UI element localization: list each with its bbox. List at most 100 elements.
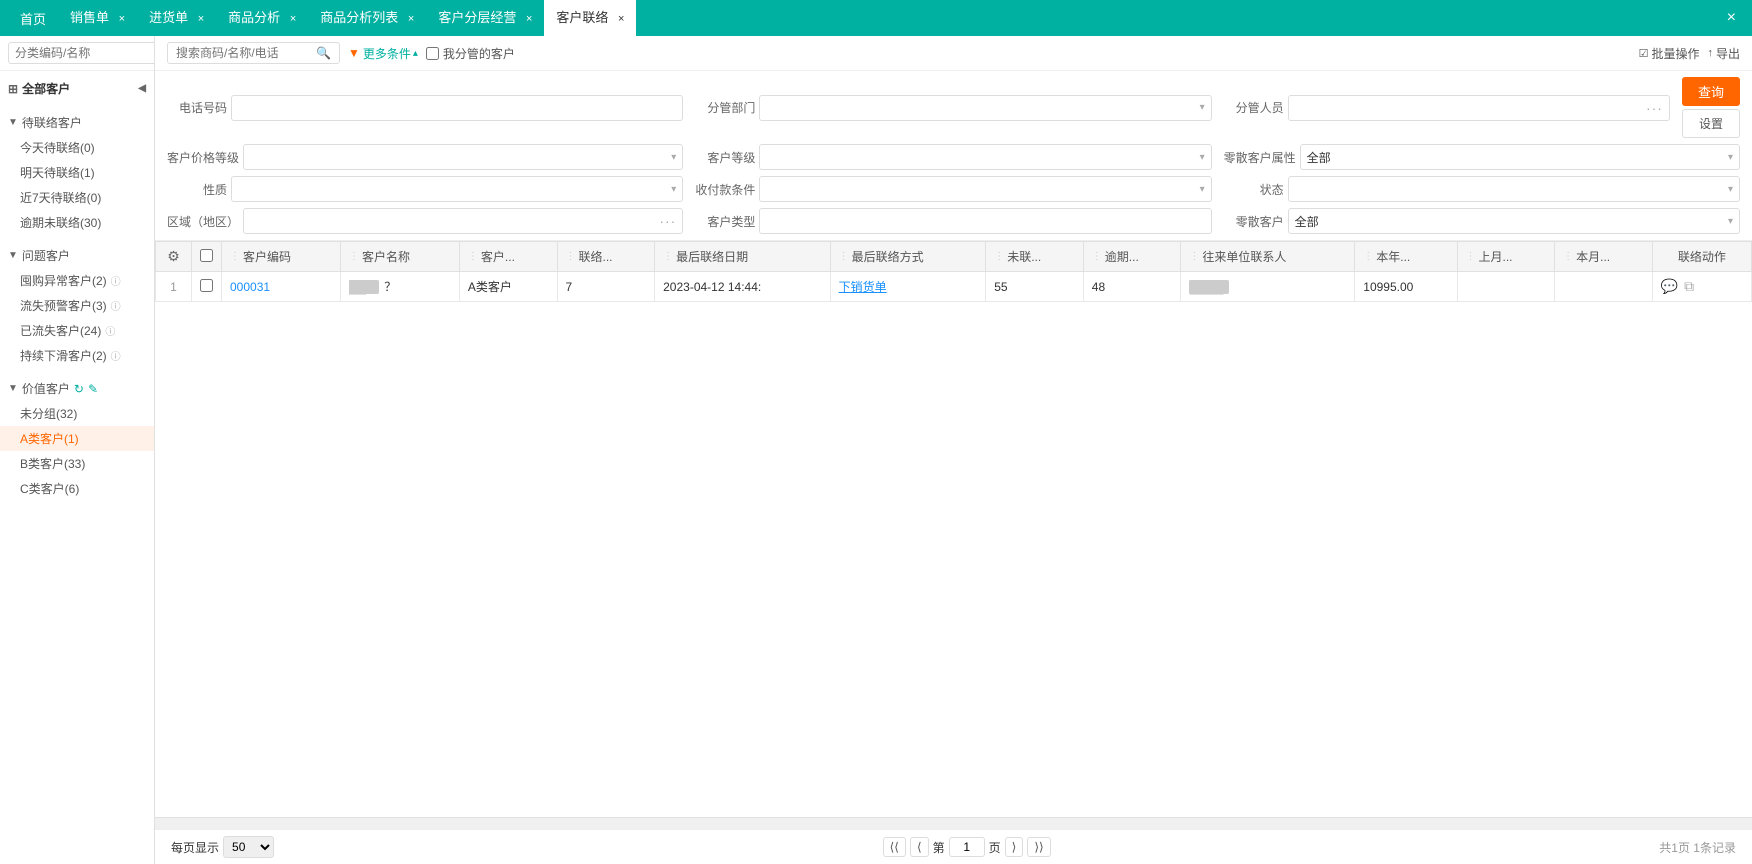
pending-contact-group[interactable]: ▼ 待联络客户 <box>0 110 154 135</box>
filter-phone-input[interactable] <box>231 95 683 121</box>
sidebar-item-overdue[interactable]: 逾期未联络(30) <box>0 210 154 235</box>
horizontal-scrollbar[interactable] <box>155 817 1752 829</box>
date-resize[interactable]: ⋮ <box>663 251 673 262</box>
comment-icon[interactable]: 💬 <box>1661 278 1678 295</box>
row-checkbox-cell[interactable] <box>192 272 222 302</box>
sidebar-all-customers-header[interactable]: ⊞ 全部客户 ◀ <box>0 75 154 102</box>
type-resize[interactable]: ⋮ <box>468 251 478 262</box>
tab-customer-contact[interactable]: 客户联络 × <box>544 0 636 36</box>
tab-purchase-close[interactable]: × <box>198 13 204 25</box>
my-customers-checkbox[interactable] <box>426 47 439 60</box>
filter-retail-select[interactable]: 全部▾ <box>1288 208 1740 234</box>
no-contact-resize[interactable]: ⋮ <box>994 251 1004 262</box>
filter-nature-select[interactable]: ▾ <box>231 176 683 202</box>
tab-sales[interactable]: 销售单 × <box>58 0 137 36</box>
filter-row-2: 客户价格等级 ▾ 客户等级 ▾ 零散客户属性 全部▾ <box>167 144 1740 170</box>
sidebar-item-lost[interactable]: 已流失客户(24) ⓘ <box>0 318 154 343</box>
filter-region-input[interactable]: ··· <box>243 208 683 234</box>
refresh-icon[interactable]: ↻ <box>74 382 84 396</box>
last-page-btn[interactable]: ⟩⟩ <box>1027 837 1050 857</box>
tab-goods-analysis-close[interactable]: × <box>290 13 296 25</box>
overdue-resize[interactable]: ⋮ <box>1092 251 1102 262</box>
code-resize[interactable]: ⋮ <box>230 251 240 262</box>
row-code[interactable]: 000031 <box>222 272 341 302</box>
tab-customer-contact-close[interactable]: × <box>618 13 624 25</box>
sidebar-item-7days[interactable]: 近7天待联络(0) <box>0 185 154 210</box>
sidebar-item-class-b[interactable]: B类客户(33) <box>0 451 154 476</box>
tmonth-resize[interactable]: ⋮ <box>1563 251 1573 262</box>
sidebar-item-churn-warning[interactable]: 流失预警客户(3) ⓘ <box>0 293 154 318</box>
lmonth-resize[interactable]: ⋮ <box>1466 251 1476 262</box>
tab-customer-seg[interactable]: 客户分层经营 × <box>426 0 544 36</box>
filter-customer-level-select[interactable]: ▾ <box>759 144 1211 170</box>
sidebar-search-input[interactable] <box>8 42 155 64</box>
th-code: ⋮客户编码 <box>222 242 341 272</box>
filter-status-select[interactable]: ▾ <box>1288 176 1740 202</box>
row-this-month <box>1555 272 1653 302</box>
filter-customer-type-input[interactable] <box>759 208 1211 234</box>
search-input[interactable] <box>176 46 316 60</box>
select-all-checkbox[interactable] <box>200 249 213 262</box>
name-resize[interactable]: ⋮ <box>349 251 359 262</box>
customer-table: ⚙ ⋮客户编码 ⋮客户名称 ⋮客户... <box>155 241 1752 302</box>
link-icon[interactable]: ⧉ <box>1684 278 1694 295</box>
value-customers-section: ▼ 价值客户 ↻ ✎ 未分组(32) A类客户(1) B类客户(33) C类客户… <box>0 372 154 505</box>
th-no-contact: ⋮未联... <box>986 242 1084 272</box>
sidebar-item-unclassified[interactable]: 未分组(32) <box>0 401 154 426</box>
sidebar-search-area: 🔍 <box>0 36 154 71</box>
filter-person-input[interactable]: ··· <box>1288 95 1670 121</box>
tab-sales-close[interactable]: × <box>119 13 125 25</box>
prev-page-btn[interactable]: ⟨ <box>910 837 929 857</box>
filter-more-btn[interactable]: ▼ 更多条件 ▴ <box>348 45 418 62</box>
table-header-row: ⚙ ⋮客户编码 ⋮客户名称 ⋮客户... <box>156 242 1752 272</box>
row-checkbox[interactable] <box>200 279 213 292</box>
name-blur: ██ <box>349 280 379 294</box>
sidebar-item-class-c[interactable]: C类客户(6) <box>0 476 154 501</box>
last-method-link[interactable]: 下销货单 <box>839 280 887 294</box>
year-resize[interactable]: ⋮ <box>1363 251 1373 262</box>
settings-gear-icon[interactable]: ⚙ <box>167 248 180 264</box>
filter-region-label: 区域（地区） <box>167 213 239 230</box>
method-resize[interactable]: ⋮ <box>839 251 849 262</box>
page-size-select[interactable]: 50 100 200 <box>223 836 274 858</box>
problem-customers-group[interactable]: ▼ 问题客户 <box>0 243 154 268</box>
my-customers-checkbox-label[interactable]: 我分管的客户 <box>426 45 515 62</box>
sidebar-item-tomorrow[interactable]: 明天待联络(1) <box>0 160 154 185</box>
export-btn[interactable]: ↑ 导出 <box>1707 45 1740 62</box>
tab-purchase[interactable]: 进货单 × <box>137 0 216 36</box>
sidebar-item-declining[interactable]: 持续下滑客户(2) ⓘ <box>0 343 154 368</box>
th-checkbox[interactable] <box>192 242 222 272</box>
sidebar-item-class-a[interactable]: A类客户(1) <box>0 426 154 451</box>
row-last-method[interactable]: 下销货单 <box>830 272 986 302</box>
filter-payment-select[interactable]: ▾ <box>759 176 1211 202</box>
main-layout: 🔍 ⊞ 全部客户 ◀ ▼ 待联络客户 今天待联络(0) 明天待联络(1) 近7天… <box>0 36 1752 864</box>
th-settings[interactable]: ⚙ <box>156 242 192 272</box>
sidebar-item-today[interactable]: 今天待联络(0) <box>0 135 154 160</box>
window-close-btn[interactable]: × <box>1719 9 1744 27</box>
page-number-input[interactable] <box>949 837 985 857</box>
filter-retail-attr-select[interactable]: 全部▾ <box>1300 144 1740 170</box>
batch-op-btn[interactable]: ☑ 批量操作 <box>1639 45 1700 62</box>
first-page-btn[interactable]: ⟨⟨ <box>883 837 906 857</box>
person-resize[interactable]: ⋮ <box>1189 251 1199 262</box>
next-page-btn[interactable]: ⟩ <box>1005 837 1024 857</box>
setting-btn[interactable]: 设置 <box>1682 109 1740 138</box>
filter-price-level: 客户价格等级 ▾ <box>167 144 683 170</box>
sidebar-item-hoarding[interactable]: 囤购异常客户(2) ⓘ <box>0 268 154 293</box>
filter-dept-select[interactable]: ▾ <box>759 95 1211 121</box>
filter-retail: 零散客户 全部▾ <box>1224 208 1740 234</box>
filter-person: 分管人员 ··· 查询 设置 <box>1224 77 1740 138</box>
tab-customer-seg-close[interactable]: × <box>526 13 532 25</box>
contact-resize[interactable]: ⋮ <box>566 251 576 262</box>
tab-goods-analysis[interactable]: 商品分析 × <box>216 0 308 36</box>
filter-price-level-select[interactable]: ▾ <box>243 144 683 170</box>
search-btn[interactable]: 查询 <box>1682 77 1740 106</box>
value-customers-group[interactable]: ▼ 价值客户 ↻ ✎ <box>0 376 154 401</box>
tab-goods-list-close[interactable]: × <box>408 13 414 25</box>
tab-goods-list[interactable]: 商品分析列表 × <box>308 0 426 36</box>
filter-arrow: ▴ <box>413 48 418 59</box>
content-area: 🔍 ▼ 更多条件 ▴ 我分管的客户 ☑ 批量操作 ↑ 导出 <box>155 36 1752 864</box>
search-submit-icon[interactable]: 🔍 <box>316 46 331 60</box>
edit-icon[interactable]: ✎ <box>88 382 98 396</box>
nav-home[interactable]: 首页 <box>8 9 58 28</box>
